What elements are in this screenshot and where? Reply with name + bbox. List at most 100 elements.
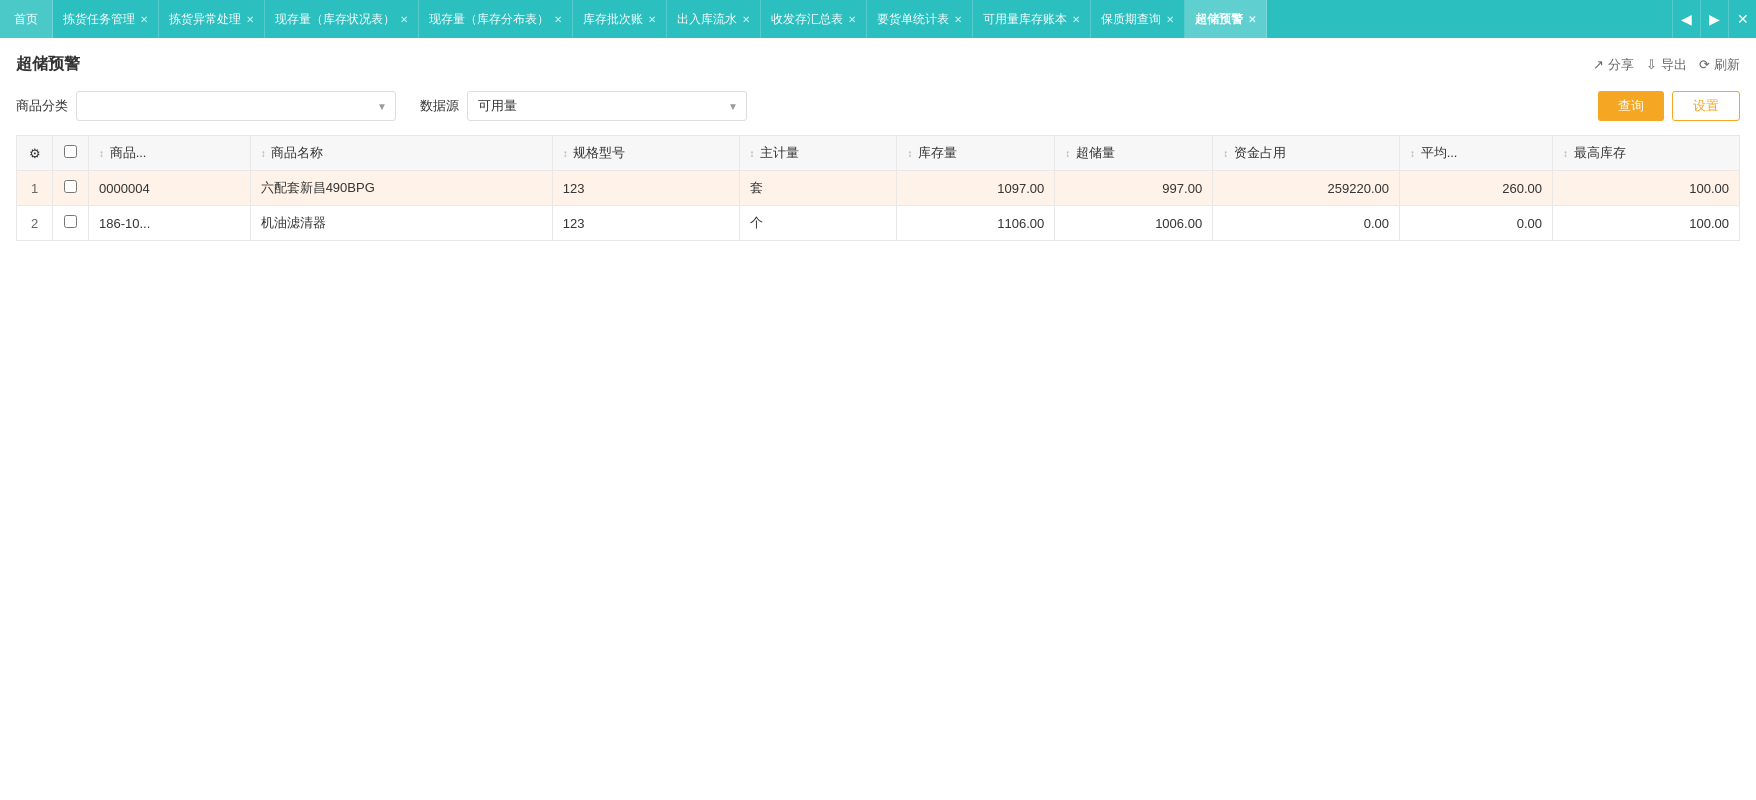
query-button[interactable]: 查询 (1598, 91, 1664, 121)
row-checkbox-cell[interactable] (53, 171, 89, 206)
nav-close-btn[interactable]: ✕ (1728, 0, 1756, 38)
row-checkbox-cell[interactable] (53, 206, 89, 241)
nav-tab-tab2[interactable]: 拣货异常处理 ✕ (159, 0, 265, 38)
close-icon[interactable]: ✕ (246, 14, 254, 25)
close-icon[interactable]: ✕ (1248, 14, 1256, 25)
page-content: 超储预警 ↗ 分享 ⇩ 导出 ⟳ 刷新 商品分类 ▼ 数据源 (0, 38, 1756, 800)
nav-home[interactable]: 首页 (0, 0, 53, 38)
nav-tab-label: 收发存汇总表 (771, 11, 843, 28)
page-title: 超储预警 (16, 54, 80, 75)
filter-actions: 查询 设置 (1598, 91, 1740, 121)
th-code[interactable]: ↕ 商品... (89, 136, 251, 171)
category-label: 商品分类 (16, 97, 68, 115)
nav-tab-label: 出入库流水 (677, 11, 737, 28)
close-icon[interactable]: ✕ (848, 14, 856, 25)
row-maxstock: 100.00 (1553, 206, 1740, 241)
th-checkbox[interactable] (53, 136, 89, 171)
nav-tab-tab11[interactable]: 超储预警 ✕ (1185, 0, 1267, 38)
row-number: 1 (17, 171, 53, 206)
row-maxstock: 100.00 (1553, 171, 1740, 206)
nav-prev-btn[interactable]: ◀ (1672, 0, 1700, 38)
close-icon[interactable]: ✕ (742, 14, 750, 25)
nav-tab-label: 保质期查询 (1101, 11, 1161, 28)
select-all-checkbox[interactable] (64, 145, 77, 158)
nav-tab-tab4[interactable]: 现存量（库存分布表） ✕ (419, 0, 573, 38)
close-icon[interactable]: ✕ (400, 14, 408, 25)
close-icon[interactable]: ✕ (954, 14, 962, 25)
nav-tab-tab8[interactable]: 要货单统计表✕ (867, 0, 973, 38)
nav-arrows: ◀ ▶ ✕ (1672, 0, 1756, 38)
sort-icon: ↕ (1065, 148, 1070, 159)
row-name: 机油滤清器 (250, 206, 552, 241)
close-icon[interactable]: ✕ (648, 14, 656, 25)
nav-tab-tab3[interactable]: 现存量（库存状况表）✕ (265, 0, 419, 38)
nav-next-btn[interactable]: ▶ (1700, 0, 1728, 38)
nav-tab-tab6[interactable]: 出入库流水 ✕ (667, 0, 761, 38)
row-code: 0000004 (89, 171, 251, 206)
th-capital[interactable]: ↕ 资金占用 (1213, 136, 1400, 171)
th-unit[interactable]: ↕ 主计量 (739, 136, 897, 171)
settings-button[interactable]: 设置 (1672, 91, 1740, 121)
datasource-value: 可用量 (478, 97, 517, 115)
share-button[interactable]: ↗ 分享 (1593, 56, 1634, 74)
category-filter: 商品分类 ▼ (16, 91, 396, 121)
nav-tab-label: 现存量（库存分布表） (429, 11, 549, 28)
row-name: 六配套新昌490BPG (250, 171, 552, 206)
export-icon: ⇩ (1646, 57, 1657, 72)
category-select[interactable]: ▼ (76, 91, 396, 121)
nav-tab-label: 拣货异常处理 (169, 11, 241, 28)
top-nav: 首页 拣货任务管理✕拣货异常处理✕现存量（库存状况表）✕现存量（库存分布表）✕库… (0, 0, 1756, 38)
close-icon[interactable]: ✕ (1072, 14, 1080, 25)
row-unit: 套 (739, 171, 897, 206)
th-over[interactable]: ↕ 超储量 (1055, 136, 1213, 171)
row-stock: 1106.00 (897, 206, 1055, 241)
datasource-select[interactable]: 可用量 ▼ (467, 91, 747, 121)
datasource-filter: 数据源 可用量 ▼ (420, 91, 747, 121)
nav-tab-label: 拣货任务管理 (63, 11, 135, 28)
sort-icon: ↕ (563, 148, 568, 159)
datasource-label: 数据源 (420, 97, 459, 115)
sort-icon: ↕ (750, 148, 755, 159)
row-spec: 123 (552, 171, 739, 206)
sort-icon: ↕ (99, 148, 104, 159)
th-spec[interactable]: ↕ 规格型号 (552, 136, 739, 171)
nav-tab-label: 库存批次账 (583, 11, 643, 28)
refresh-button[interactable]: ⟳ 刷新 (1699, 56, 1740, 74)
table-row: 1 0000004 六配套新昌490BPG 123 套 1097.00 997.… (17, 171, 1740, 206)
sort-icon: ↕ (261, 148, 266, 159)
sort-icon: ↕ (1563, 148, 1568, 159)
nav-tab-label: 超储预警 (1195, 11, 1243, 28)
th-maxstock[interactable]: ↕ 最高库存 (1553, 136, 1740, 171)
refresh-icon: ⟳ (1699, 57, 1710, 72)
row-spec: 123 (552, 206, 739, 241)
row-number: 2 (17, 206, 53, 241)
nav-tab-tab9[interactable]: 可用量库存账本 ✕ (973, 0, 1091, 38)
row-stock: 1097.00 (897, 171, 1055, 206)
nav-tab-label: 可用量库存账本 (983, 11, 1067, 28)
th-stock[interactable]: ↕ 库存量 (897, 136, 1055, 171)
chevron-down-icon-2: ▼ (728, 101, 738, 112)
row-capital: 259220.00 (1213, 171, 1400, 206)
th-settings[interactable]: ⚙ (17, 136, 53, 171)
sort-icon: ↕ (1410, 148, 1415, 159)
row-checkbox[interactable] (64, 215, 77, 228)
page-header: 超储预警 ↗ 分享 ⇩ 导出 ⟳ 刷新 (16, 54, 1740, 75)
close-icon[interactable]: ✕ (140, 14, 148, 25)
th-name[interactable]: ↕ 商品名称 (250, 136, 552, 171)
filter-row: 商品分类 ▼ 数据源 可用量 ▼ 查询 设置 (16, 91, 1740, 121)
row-checkbox[interactable] (64, 180, 77, 193)
nav-tab-tab1[interactable]: 拣货任务管理 ✕ (53, 0, 159, 38)
nav-tab-tab10[interactable]: 保质期查询 ✕ (1091, 0, 1185, 38)
nav-tab-tab7[interactable]: 收发存汇总表 ✕ (761, 0, 867, 38)
sort-icon: ↕ (1223, 148, 1228, 159)
table-row: 2 186-10... 机油滤清器 123 个 1106.00 1006.00 … (17, 206, 1740, 241)
row-over: 1006.00 (1055, 206, 1213, 241)
row-capital: 0.00 (1213, 206, 1400, 241)
row-code: 186-10... (89, 206, 251, 241)
export-button[interactable]: ⇩ 导出 (1646, 56, 1687, 74)
th-avg[interactable]: ↕ 平均... (1400, 136, 1553, 171)
close-icon[interactable]: ✕ (554, 14, 562, 25)
gear-icon: ⚙ (29, 146, 41, 161)
close-icon[interactable]: ✕ (1166, 14, 1174, 25)
nav-tab-tab5[interactable]: 库存批次账 ✕ (573, 0, 667, 38)
